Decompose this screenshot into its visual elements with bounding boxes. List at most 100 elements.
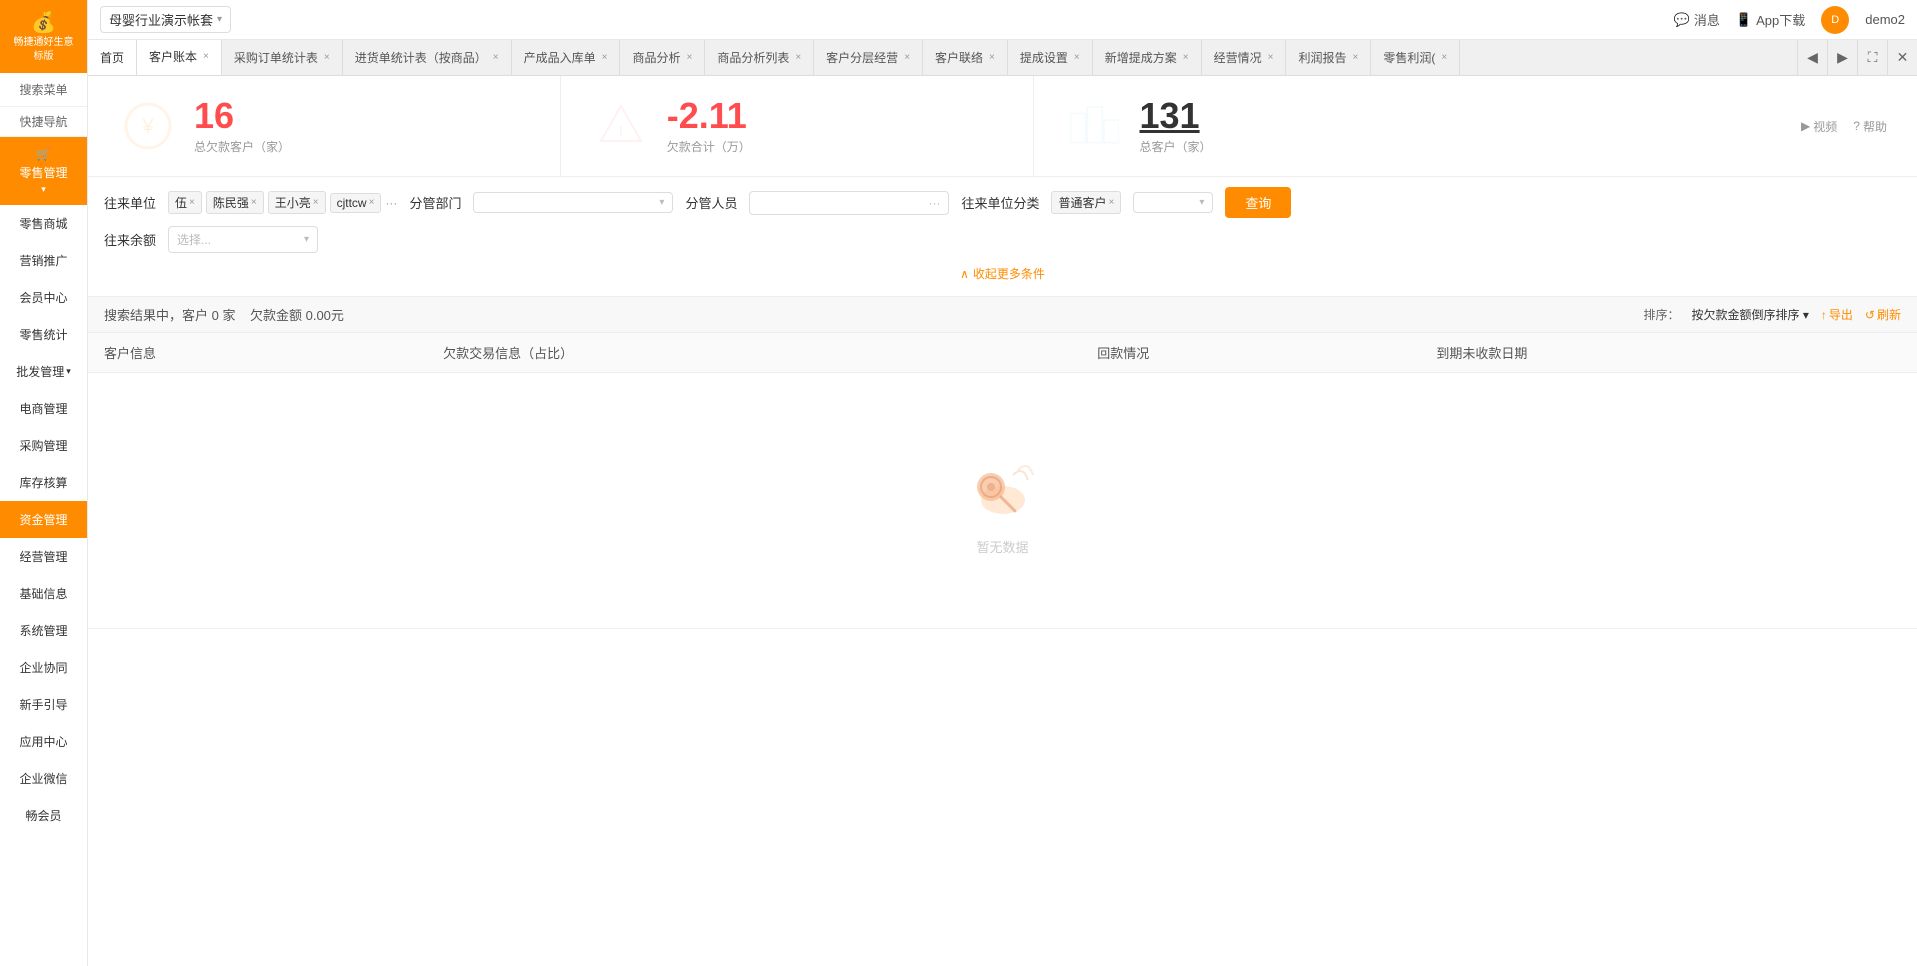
help-icon: ? <box>1853 119 1860 133</box>
sidebar-item-inventory[interactable]: 库存核算 <box>0 464 87 501</box>
account-selector[interactable]: 母婴行业演示帐套 ▾ <box>100 6 231 33</box>
credit-select[interactable]: 选择... ▾ <box>168 226 318 253</box>
tab-home[interactable]: 首页 <box>88 40 137 76</box>
col-customer-info: 客户信息 <box>88 333 427 373</box>
filter-row-1: 往来单位 伍 × 陈民强 × 王小亮 × cjttcw <box>104 187 1901 218</box>
unit-filter-tags: 伍 × 陈民强 × 王小亮 × cjttcw × ··· <box>168 191 397 214</box>
tab-operation-status-close[interactable]: × <box>1268 52 1274 63</box>
tab-operation-status[interactable]: 经营情况 × <box>1202 40 1287 76</box>
sidebar-item-member[interactable]: 会员中心 <box>0 279 87 316</box>
tab-retail-profit-close[interactable]: × <box>1441 52 1447 63</box>
tab-cost-inbound-close[interactable]: × <box>602 52 608 63</box>
sidebar-item-label-marketing: 营销推广 <box>19 252 67 269</box>
tab-promote-settings[interactable]: 提成设置 × <box>1008 40 1093 76</box>
sidebar-item-apps[interactable]: 应用中心 <box>0 723 87 760</box>
refresh-btn[interactable]: ↺ 刷新 <box>1865 306 1901 323</box>
unit-tag-2-close[interactable]: × <box>313 197 319 208</box>
dept-select[interactable]: ▾ <box>473 192 673 213</box>
tab-product-analysis[interactable]: 商品分析 × <box>620 40 705 76</box>
table-body: 暂无数据 <box>88 373 1917 629</box>
username-label[interactable]: demo2 <box>1865 12 1905 27</box>
tab-customer-balance[interactable]: 客户账本 × <box>137 40 222 76</box>
category-select[interactable]: ▾ <box>1133 192 1213 213</box>
tab-profit-report-label: 利润报告 <box>1298 49 1346 66</box>
tab-product-analysis-list-close[interactable]: × <box>795 52 801 63</box>
tab-customer-contact-close[interactable]: × <box>989 52 995 63</box>
tab-scroll-right[interactable]: ▶ <box>1827 40 1857 76</box>
tab-new-promote-close[interactable]: × <box>1183 52 1189 63</box>
sidebar-quick-nav[interactable]: 快捷导航 <box>0 107 87 137</box>
total-customers-icon <box>1064 96 1124 156</box>
sidebar-item-label-vip: 畅会员 <box>25 807 61 824</box>
unit-tag-3-close[interactable]: × <box>369 197 375 208</box>
tab-customer-segment[interactable]: 客户分层经营 × <box>814 40 923 76</box>
filter-collapse-btn[interactable]: ∧ 收起更多条件 <box>104 261 1901 286</box>
logo-icon: 💰 <box>31 10 56 36</box>
tab-customer-segment-close[interactable]: × <box>904 52 910 63</box>
unit-tag-0-close[interactable]: × <box>189 197 195 208</box>
tab-scroll-left[interactable]: ◀ <box>1797 40 1827 76</box>
person-select[interactable]: ··· <box>749 191 949 215</box>
tab-product-analysis-close[interactable]: × <box>686 52 692 63</box>
tab-retail-profit[interactable]: 零售利润( × <box>1371 40 1460 76</box>
sidebar-item-purchase[interactable]: 采购管理 <box>0 427 87 464</box>
query-button[interactable]: 查询 <box>1225 187 1291 218</box>
unit-tag-1-close[interactable]: × <box>251 197 257 208</box>
tab-customer-contact[interactable]: 客户联络 × <box>923 40 1008 76</box>
export-btn[interactable]: ↑ 导出 <box>1821 306 1853 323</box>
total-customers-num: 131 <box>1140 98 1212 134</box>
tab-product-analysis-list[interactable]: 商品分析列表 × <box>705 40 814 76</box>
message-icon: 💬 <box>1674 12 1690 28</box>
tab-inbound-stat-close[interactable]: × <box>493 52 499 63</box>
video-btn[interactable]: ▶ 视频 <box>1801 118 1837 135</box>
credit-filter-label: 往来余额 <box>104 230 156 249</box>
category-tag-0-close[interactable]: × <box>1109 197 1115 208</box>
sidebar-item-operation[interactable]: 经营管理 <box>0 538 87 575</box>
sidebar-item-finance[interactable]: 资金管理 <box>0 501 87 538</box>
sidebar-item-retail-stat[interactable]: 零售统计 <box>0 316 87 353</box>
tab-customer-balance-label: 客户账本 <box>149 48 197 65</box>
tab-fullscreen[interactable]: ⛶ <box>1857 40 1887 76</box>
sidebar-item-ecom[interactable]: 电商管理 <box>0 390 87 427</box>
tab-product-analysis-list-label: 商品分析列表 <box>717 49 789 66</box>
tab-customer-balance-close[interactable]: × <box>203 51 209 62</box>
sort-select[interactable]: 按欠款金额倒序排序 ▾ <box>1692 306 1809 323</box>
tab-profit-report-close[interactable]: × <box>1352 52 1358 63</box>
unit-tag-1-text: 陈民强 <box>213 194 249 211</box>
tab-new-promote[interactable]: 新增提成方案 × <box>1093 40 1202 76</box>
sidebar-item-marketing[interactable]: 营销推广 <box>0 242 87 279</box>
tab-cost-inbound[interactable]: 产成品入库单 × <box>512 40 621 76</box>
debt-customers-num: 16 <box>194 98 290 134</box>
sidebar-item-retail[interactable]: 🛒 零售管理 ▾ <box>0 137 87 205</box>
message-btn[interactable]: 💬 消息 <box>1674 10 1720 29</box>
tab-profit-report[interactable]: 利润报告 × <box>1286 40 1371 76</box>
sidebar-item-label-newbie: 新手引导 <box>19 696 67 713</box>
sidebar-item-batch[interactable]: 批发管理 ▾ <box>0 353 87 390</box>
empty-text: 暂无数据 <box>976 537 1028 556</box>
help-btn[interactable]: ? 帮助 <box>1853 118 1887 135</box>
user-avatar: D <box>1821 6 1849 34</box>
tab-promote-settings-close[interactable]: × <box>1074 52 1080 63</box>
sidebar-item-retail-mall[interactable]: 零售商城 <box>0 205 87 242</box>
table-header-row: 客户信息 欠款交易信息（占比） 回款情况 到期未收款日期 <box>88 333 1917 373</box>
tab-purchase-order-close[interactable]: × <box>324 52 330 63</box>
tab-inbound-stat[interactable]: 进货单统计表（按商品） × <box>343 40 512 76</box>
app-download-btn[interactable]: 📱 App下载 <box>1736 10 1805 29</box>
sidebar-search[interactable]: 搜索菜单 <box>0 73 87 107</box>
debt-total-icon: ! <box>591 96 651 156</box>
sidebar-item-wechat[interactable]: 企业微信 <box>0 760 87 797</box>
debt-total-num: -2.11 <box>667 98 751 134</box>
tab-promote-settings-label: 提成设置 <box>1020 49 1068 66</box>
tab-close-all[interactable]: ✕ <box>1887 40 1917 76</box>
sidebar-item-vip[interactable]: 畅会员 <box>0 797 87 834</box>
credit-select-arrow: ▾ <box>304 234 309 245</box>
sidebar-item-corp[interactable]: 企业协同 <box>0 649 87 686</box>
total-customers-label: 总客户（家） <box>1140 138 1212 155</box>
sidebar-item-system[interactable]: 系统管理 <box>0 612 87 649</box>
tab-purchase-order[interactable]: 采购订单统计表 × <box>222 40 343 76</box>
sidebar-item-basic[interactable]: 基础信息 <box>0 575 87 612</box>
unit-tags-more[interactable]: ··· <box>385 196 397 210</box>
summary-info-debt-total: -2.11 欠款合计（万） <box>667 98 751 155</box>
sidebar-item-newbie[interactable]: 新手引导 <box>0 686 87 723</box>
sidebar-item-label-retail: 零售管理 <box>19 164 67 181</box>
